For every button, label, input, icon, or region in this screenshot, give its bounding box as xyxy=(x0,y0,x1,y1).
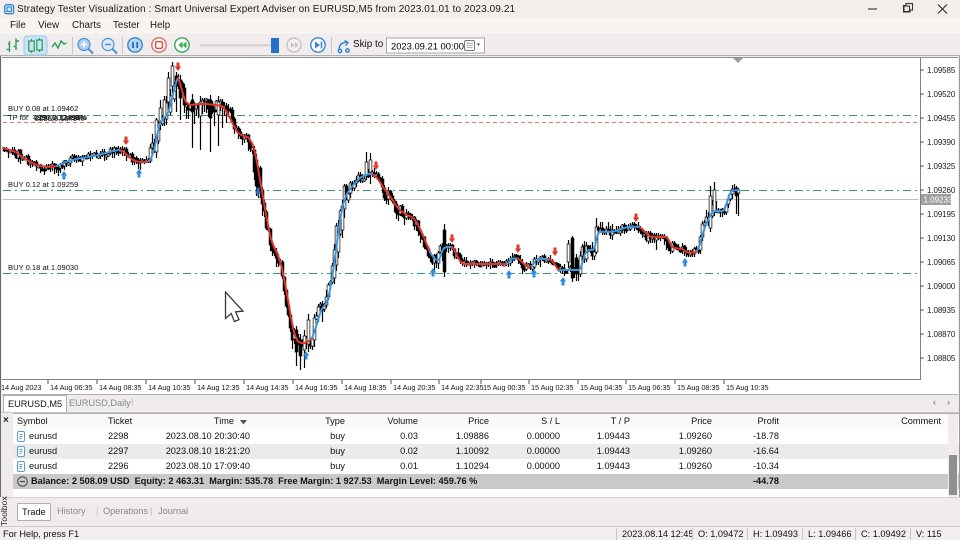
svg-text:15 Aug 06:35: 15 Aug 06:35 xyxy=(628,383,670,392)
svg-text:1.09065: 1.09065 xyxy=(927,258,956,267)
svg-text:TP for: TP for xyxy=(8,113,29,122)
svg-text:2023.09.21 00:00: 2023.09.21 00:00 xyxy=(391,41,464,52)
svg-text:14 Aug 12:35: 14 Aug 12:35 xyxy=(197,383,239,392)
svg-text:15 Aug 00:35: 15 Aug 00:35 xyxy=(483,383,525,392)
svg-text:1.09455: 1.09455 xyxy=(927,114,956,123)
svg-text:14 Aug 14:35: 14 Aug 14:35 xyxy=(246,383,288,392)
svg-text:1.09520: 1.09520 xyxy=(927,90,956,99)
svg-text:BUY 0.12 at 1.09259: BUY 0.12 at 1.09259 xyxy=(8,180,78,189)
svg-text:1.09233: 1.09233 xyxy=(924,196,953,205)
svg-text:15 Aug 04:35: 15 Aug 04:35 xyxy=(580,383,622,392)
svg-text:14 Aug 10:35: 14 Aug 10:35 xyxy=(148,383,190,392)
svg-text:1.09130: 1.09130 xyxy=(927,234,956,243)
svg-text:14 Aug 2023: 14 Aug 2023 xyxy=(1,383,41,392)
svg-text:14 Aug 06:35: 14 Aug 06:35 xyxy=(50,383,92,392)
svg-text:1.09260: 1.09260 xyxy=(927,186,956,195)
svg-text:2298,0.18#9%: 2298,0.18#9% xyxy=(35,114,84,123)
svg-text:1.09390: 1.09390 xyxy=(927,138,956,147)
svg-text:14 Aug 18:35: 14 Aug 18:35 xyxy=(344,383,386,392)
svg-text:BUY 0.18 at 1.09030: BUY 0.18 at 1.09030 xyxy=(8,263,78,272)
svg-text:1.08935: 1.08935 xyxy=(927,306,956,315)
svg-text:1.08805: 1.08805 xyxy=(927,354,956,363)
svg-text:1.09325: 1.09325 xyxy=(927,162,956,171)
svg-text:1.09195: 1.09195 xyxy=(927,210,956,219)
svg-text:14 Aug 16:35: 14 Aug 16:35 xyxy=(295,383,337,392)
svg-text:15 Aug 02:35: 15 Aug 02:35 xyxy=(531,383,573,392)
svg-text:14 Aug 22:35: 14 Aug 22:35 xyxy=(441,383,483,392)
svg-text:15 Aug 10:35: 15 Aug 10:35 xyxy=(726,383,768,392)
svg-text:1.08870: 1.08870 xyxy=(927,330,956,339)
svg-text:14 Aug 20:35: 14 Aug 20:35 xyxy=(393,383,435,392)
svg-text:14 Aug 08:35: 14 Aug 08:35 xyxy=(99,383,141,392)
svg-text:15 Aug 08:35: 15 Aug 08:35 xyxy=(677,383,719,392)
svg-text:1.09000: 1.09000 xyxy=(927,282,956,291)
svg-text:BUY 0.08 at 1.09462: BUY 0.08 at 1.09462 xyxy=(8,104,78,113)
svg-text:1.09585: 1.09585 xyxy=(927,66,956,75)
